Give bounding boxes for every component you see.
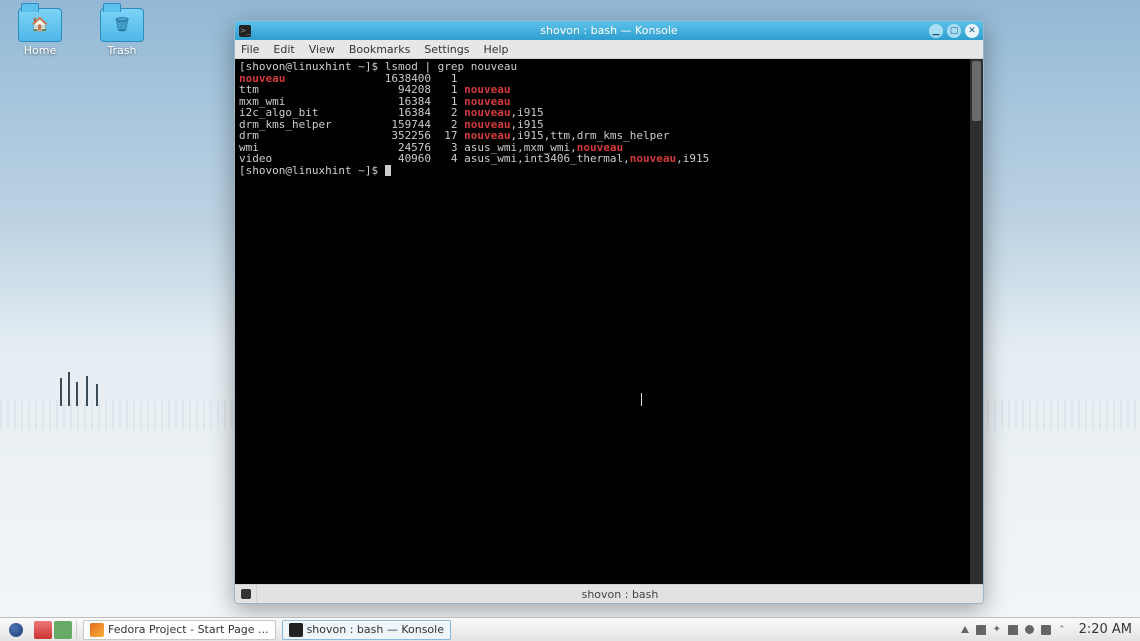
fedora-logo-icon [9,623,23,637]
new-tab-icon [241,589,251,599]
tray-volume-icon[interactable] [1025,625,1034,634]
desktop-icon-home[interactable]: 🏠 Home [12,8,68,57]
tray-expand-icon[interactable] [961,626,969,633]
tray-network-icon[interactable] [1041,625,1051,635]
scrollbar-thumb[interactable] [972,61,981,121]
terminal-cursor [385,165,391,176]
wallpaper-trees [60,366,160,406]
folder-icon: 🏠 [18,8,62,42]
tray-chevron-icon[interactable]: ⌃ [1058,625,1066,635]
quick-launch [34,621,72,639]
tray-battery-icon[interactable] [1008,625,1018,635]
menu-view[interactable]: View [309,43,335,56]
terminal-view[interactable]: [shovon@linuxhint ~]$ lsmod | grep nouve… [235,59,983,584]
new-tab-button[interactable] [235,585,257,603]
window-title: shovon : bash — Konsole [235,24,983,37]
menu-edit[interactable]: Edit [273,43,294,56]
window-titlebar[interactable]: >_ shovon : bash — Konsole ▁ ▢ ✕ [235,21,983,40]
task-icon [90,623,104,637]
menu-bookmarks[interactable]: Bookmarks [349,43,410,56]
terminal-tab[interactable]: shovon : bash [257,587,983,602]
start-button[interactable] [2,620,30,640]
quick-launch-item[interactable] [34,621,52,639]
task-icon [289,623,303,637]
tray-clipboard-icon[interactable] [976,625,986,635]
tray-updates-icon[interactable]: ✦ [993,625,1001,635]
desktop-icon-label: Home [24,44,56,57]
taskbar-clock[interactable]: 2:20 AM [1079,622,1132,637]
minimize-button[interactable]: ▁ [929,24,943,38]
taskbar: Fedora Project - Start Page ... shovon : … [0,617,1140,641]
terminal-scrollbar[interactable] [970,59,983,584]
task-label: Fedora Project - Start Page ... [108,623,269,636]
konsole-icon: >_ [239,25,251,37]
menu-file[interactable]: File [241,43,259,56]
menu-settings[interactable]: Settings [424,43,469,56]
desktop-icon-label: Trash [107,44,136,57]
menu-bar: File Edit View Bookmarks Settings Help [235,40,983,59]
system-tray: ✦ ⌃ 2:20 AM [961,622,1140,637]
task-label: shovon : bash — Konsole [307,623,444,636]
quick-launch-item[interactable] [54,621,72,639]
taskbar-task[interactable]: shovon : bash — Konsole [282,620,451,640]
desktop-icon-trash[interactable]: 🗑 Trash [94,8,150,57]
close-button[interactable]: ✕ [965,24,979,38]
maximize-button[interactable]: ▢ [947,24,961,38]
menu-help[interactable]: Help [483,43,508,56]
taskbar-task[interactable]: Fedora Project - Start Page ... [83,620,276,640]
desktop-icons: 🏠 Home 🗑 Trash [12,8,150,57]
konsole-window: >_ shovon : bash — Konsole ▁ ▢ ✕ File Edi… [234,20,984,604]
text-cursor-icon [641,393,642,406]
folder-icon: 🗑 [100,8,144,42]
terminal-tab-bar: shovon : bash [235,584,983,603]
taskbar-separator [76,621,77,639]
